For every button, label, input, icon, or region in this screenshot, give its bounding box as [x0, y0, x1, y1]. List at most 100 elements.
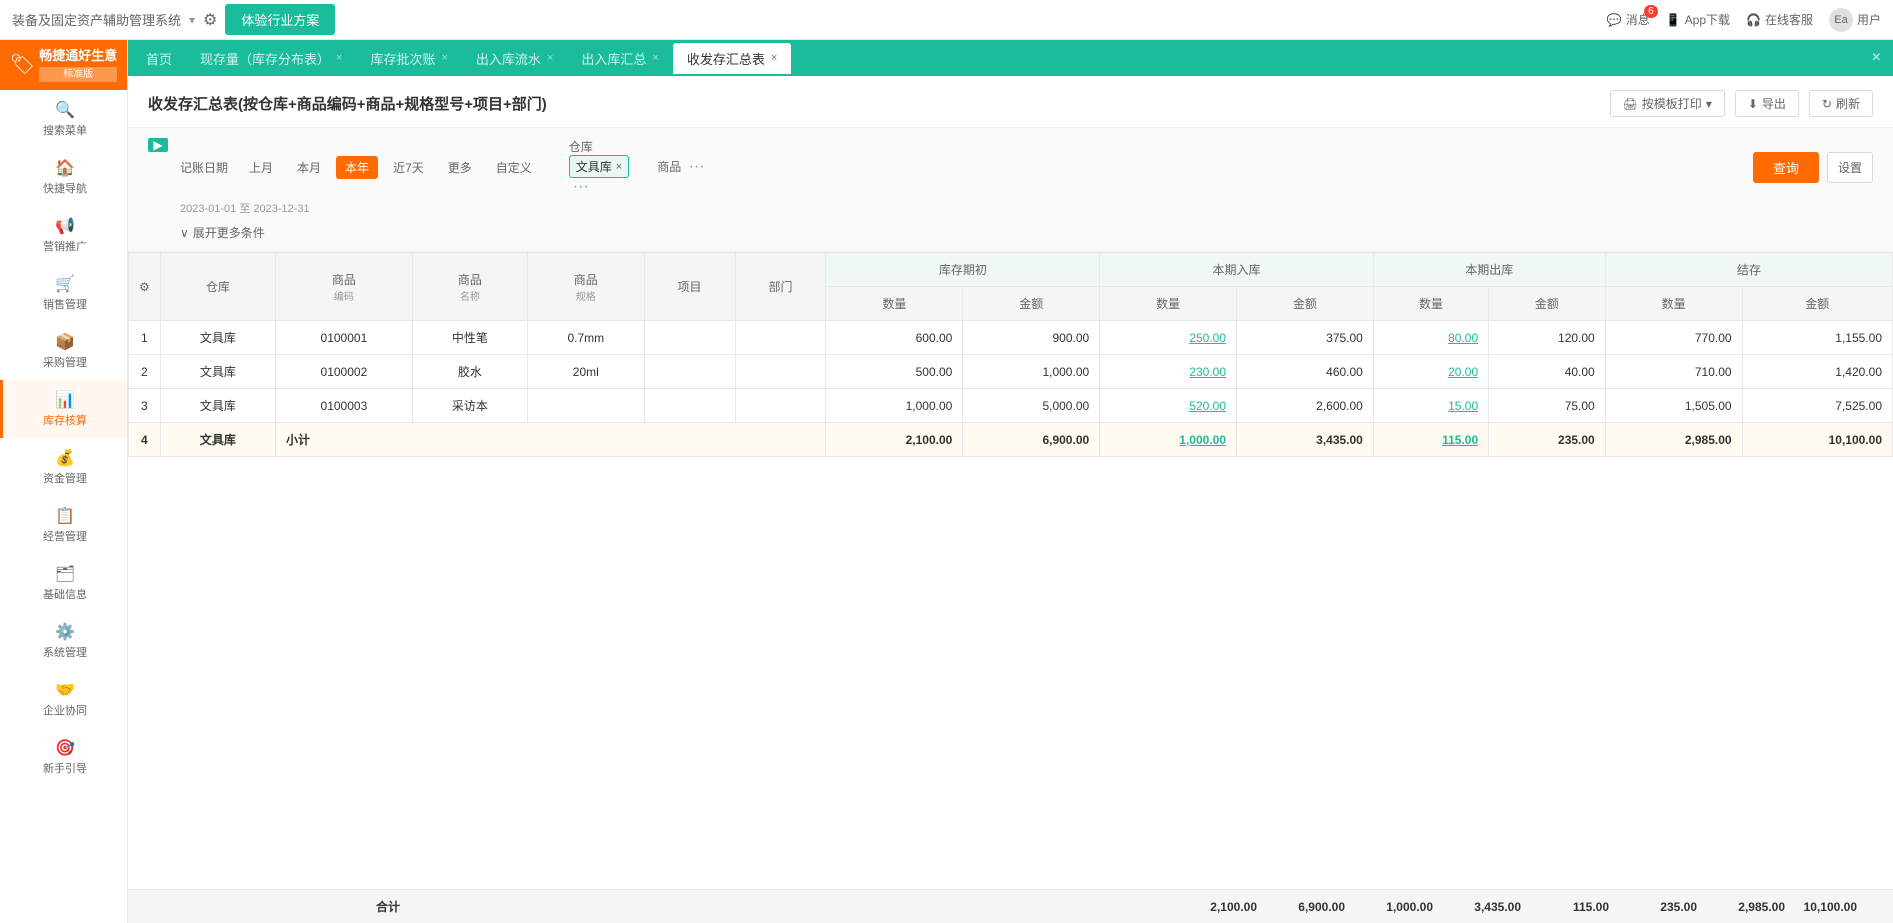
refresh-icon: ↻ [1822, 97, 1832, 111]
date-this-month[interactable]: 本月 [288, 156, 330, 179]
warehouse-tag-close[interactable]: × [616, 161, 622, 173]
filter-expand-arrow[interactable]: ▶ [148, 138, 168, 152]
system-icon: ⚙️ [55, 622, 75, 642]
date-7days[interactable]: 近7天 [384, 156, 433, 179]
row2-in-qty[interactable]: 230.00 [1100, 355, 1237, 389]
query-btn[interactable]: 查询 [1753, 152, 1819, 183]
total-in-amount: 3,435.00 [1433, 900, 1521, 914]
tab-recv-send-close[interactable]: × [771, 52, 777, 64]
sidebar-item-purchase[interactable]: 📦 采购管理 [0, 322, 127, 380]
gear-icon[interactable]: ⚙ [203, 10, 217, 30]
row2-out-qty[interactable]: 20.00 [1373, 355, 1488, 389]
online-service-label: 在线客服 [1765, 11, 1813, 28]
sidebar-item-operations[interactable]: 📋 经营管理 [0, 496, 127, 554]
refresh-btn[interactable]: ↻ 刷新 [1809, 90, 1873, 117]
headset-icon: 🎧 [1746, 13, 1761, 27]
row3-closing-qty: 1,505.00 [1605, 389, 1742, 423]
th-in-group: 本期入库 [1100, 253, 1374, 287]
row3-out-qty[interactable]: 15.00 [1373, 389, 1488, 423]
row2-code: 0100002 [275, 355, 412, 389]
th-product-code: 商品编码 [275, 253, 412, 321]
print-btn[interactable]: 🖨 按模板打印 ▾ [1610, 90, 1725, 117]
subtotal-closing-amount: 10,100.00 [1742, 423, 1892, 457]
tab-batch-close[interactable]: × [441, 52, 447, 64]
page-header: 收发存汇总表(按仓库+商品编码+商品+规格型号+项目+部门) 🖨 按模板打印 ▾… [128, 76, 1893, 128]
tab-inout-summary[interactable]: 出入库汇总 × [567, 43, 672, 74]
row1-name: 中性笔 [412, 321, 527, 355]
arrow-btn[interactable]: ▶ [148, 138, 168, 152]
sidebar-item-search[interactable]: 🔍 搜索菜单 [0, 90, 127, 148]
tab-recv-send[interactable]: 收发存汇总表 × [673, 43, 791, 74]
expand-more-row: ∨ 展开更多条件 [180, 224, 1873, 241]
row3-name: 采访本 [412, 389, 527, 423]
total-opening-amount: 6,900.00 [1257, 900, 1345, 914]
warehouse-label: 仓库 [569, 140, 593, 154]
chevron-down-small-icon: ∨ [180, 226, 189, 240]
message-icon: 💬 [1607, 13, 1622, 27]
close-all-tabs[interactable]: × [1864, 45, 1889, 71]
subtotal-out-amount: 235.00 [1489, 423, 1606, 457]
sidebar-item-marketing[interactable]: 📢 营销推广 [0, 206, 127, 264]
online-service-btn[interactable]: 🎧 在线客服 [1746, 11, 1813, 28]
tab-home[interactable]: 首页 [132, 43, 186, 74]
tab-stock-dist-label: 现存量（库存分布表） [200, 49, 330, 68]
date-more[interactable]: 更多 [439, 156, 481, 179]
row2-out-amount: 40.00 [1489, 355, 1606, 389]
subtotal-in-amount: 3,435.00 [1237, 423, 1374, 457]
subtotal-index: 4 [129, 423, 161, 457]
th-closing-group: 结存 [1605, 253, 1892, 287]
experience-btn[interactable]: 体验行业方案 [225, 4, 335, 35]
tab-inout-summary-close[interactable]: × [652, 52, 658, 64]
sidebar-item-inventory[interactable]: 📊 库存核算 [0, 380, 127, 438]
row2-closing-qty: 710.00 [1605, 355, 1742, 389]
table-settings-icon[interactable]: ⚙ [139, 280, 150, 294]
app-download-btn[interactable]: 📱 App下载 [1666, 11, 1730, 28]
sidebar-item-guide[interactable]: 🎯 新手引导 [0, 728, 127, 786]
subtotal-in-qty[interactable]: 1,000.00 [1100, 423, 1237, 457]
sidebar-item-enterprise[interactable]: 🤝 企业协同 [0, 670, 127, 728]
goods-more-dots[interactable]: ··· [685, 158, 709, 175]
th-in-qty: 数量 [1100, 287, 1237, 321]
sidebar-item-basic[interactable]: 🗂 基础信息 [0, 554, 127, 612]
tab-inout-summary-label: 出入库汇总 [581, 49, 646, 68]
date-this-year[interactable]: 本年 [336, 156, 378, 179]
filter-section: ▶ 记账日期 上月 本月 本年 近7天 更多 [128, 128, 1893, 252]
row1-in-qty[interactable]: 250.00 [1100, 321, 1237, 355]
tab-stock-dist[interactable]: 现存量（库存分布表） × [186, 43, 356, 74]
sidebar-item-sales[interactable]: 🛒 销售管理 [0, 264, 127, 322]
row3-in-qty[interactable]: 520.00 [1100, 389, 1237, 423]
export-icon: ⬇ [1748, 97, 1758, 111]
warehouse-more-dots[interactable]: ··· [569, 178, 593, 195]
page-title: 收发存汇总表(按仓库+商品编码+商品+规格型号+项目+部门) [148, 93, 547, 114]
total-label: 合计 [148, 898, 628, 915]
user-btn[interactable]: Ea 用户 [1829, 8, 1881, 32]
main-table: ⚙ 仓库 商品编码 商品名称 商品规格 项目 部门 库存期初 本期入库 [128, 252, 1893, 457]
content-area: 首页 现存量（库存分布表） × 库存批次账 × 出入库流水 × 出入库汇总 × [128, 40, 1893, 923]
date-label: 记账日期 [180, 159, 228, 176]
settings-filter-btn[interactable]: 设置 [1827, 152, 1873, 183]
tab-batch[interactable]: 库存批次账 × [356, 43, 461, 74]
subtotal-out-qty[interactable]: 115.00 [1373, 423, 1488, 457]
tab-stock-dist-close[interactable]: × [336, 52, 342, 64]
row2-spec: 20ml [528, 355, 645, 389]
export-btn[interactable]: ⬇ 导出 [1735, 90, 1799, 117]
export-label: 导出 [1762, 95, 1786, 112]
th-product-spec: 商品规格 [528, 253, 645, 321]
phone-icon: 📱 [1666, 13, 1681, 27]
expand-more-btn[interactable]: ∨ 展开更多条件 [180, 224, 1873, 241]
sidebar-item-system[interactable]: ⚙️ 系统管理 [0, 612, 127, 670]
message-btn[interactable]: 💬 消息 6 [1607, 11, 1650, 28]
row1-project [644, 321, 735, 355]
table-row: 3 文具库 0100003 采访本 1,000.00 5,000.00 [129, 389, 1893, 423]
date-custom[interactable]: 自定义 [487, 156, 541, 179]
date-last-month[interactable]: 上月 [240, 156, 282, 179]
page-content: 收发存汇总表(按仓库+商品编码+商品+规格型号+项目+部门) 🖨 按模板打印 ▾… [128, 76, 1893, 923]
row3-code: 0100003 [275, 389, 412, 423]
tab-inout-flow[interactable]: 出入库流水 × [462, 43, 567, 74]
sidebar-item-finance[interactable]: 💰 资金管理 [0, 438, 127, 496]
th-in-amount: 金额 [1237, 287, 1374, 321]
tab-inout-flow-close[interactable]: × [547, 52, 553, 64]
row1-out-qty[interactable]: 80.00 [1373, 321, 1488, 355]
dropdown-arrow[interactable]: ▾ [189, 13, 195, 27]
sidebar-item-quicknav[interactable]: 🏠 快捷导航 [0, 148, 127, 206]
